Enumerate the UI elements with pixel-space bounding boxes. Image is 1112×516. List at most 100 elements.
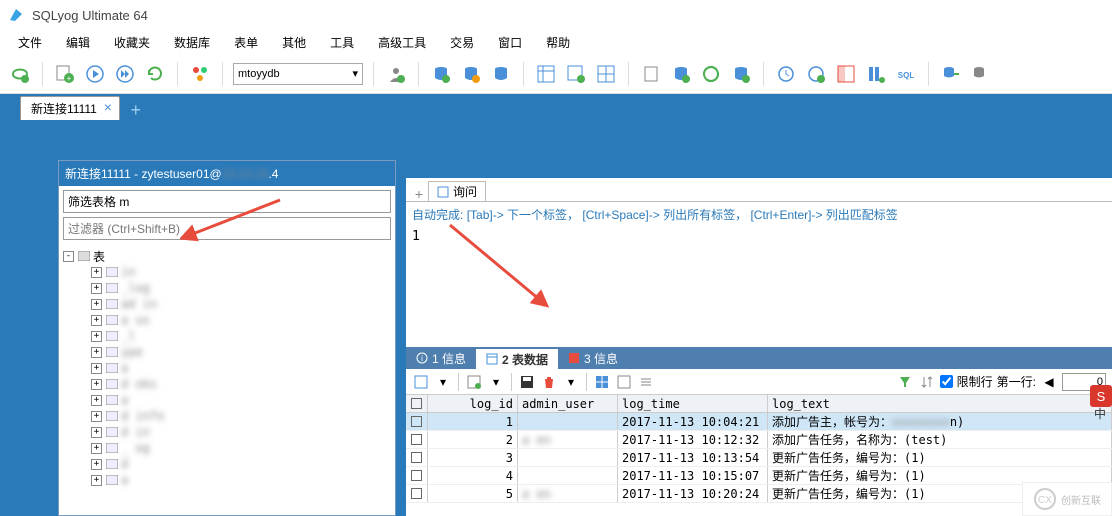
db-edit-icon[interactable]	[459, 62, 483, 86]
table-row[interactable]: 12017-11-13 10:04:21添加广告主，帐号为：xxxxxxxxn)	[406, 413, 1112, 431]
rt-dropdown-icon[interactable]: ▾	[434, 373, 452, 391]
menu-tools[interactable]: 工具	[320, 32, 364, 53]
db-tool1-icon[interactable]	[939, 62, 963, 86]
menu-other[interactable]: 其他	[272, 32, 316, 53]
filter-icon[interactable]	[896, 373, 914, 391]
schema-tree[interactable]: -表 +in+_log+ad in+a us+_l+ype+a+d oks+a+…	[59, 244, 395, 492]
svg-text:SQL: SQL	[898, 71, 915, 80]
schema-panel: 新连接11111 - zytestuser01@10.10.10.4 筛选表格 …	[58, 160, 396, 516]
table-row[interactable]: 5a en2017-11-13 10:20:24更新广告任务，编号为：(1)	[406, 485, 1112, 503]
result-toolbar: ▾ ▾ ▾ 限制行 第一行: ◀	[406, 369, 1112, 395]
exec-icon[interactable]	[83, 62, 107, 86]
rt-grid-icon[interactable]	[593, 373, 611, 391]
workspace: 新连接11111 - zytestuser01@10.10.10.4 筛选表格 …	[0, 120, 1112, 516]
rt-text-icon[interactable]	[637, 373, 655, 391]
tree-item[interactable]: +a	[63, 360, 391, 376]
tree-item[interactable]: +_log	[63, 280, 391, 296]
result-tabs: i1 信息 2 表数据 3 信息	[406, 347, 1112, 369]
tree-item[interactable]: +_ og	[63, 440, 391, 456]
limit-checkbox[interactable]	[940, 375, 953, 388]
result-grid[interactable]: log_id admin_user log_time log_text 1201…	[406, 395, 1112, 503]
limit-label: 限制行	[957, 373, 993, 390]
sql-icon[interactable]: SQL	[894, 62, 918, 86]
menu-database[interactable]: 数据库	[164, 32, 220, 53]
menu-help[interactable]: 帮助	[536, 32, 580, 53]
exec-all-icon[interactable]	[113, 62, 137, 86]
tree-item[interactable]: +a us	[63, 312, 391, 328]
refresh-icon[interactable]	[143, 62, 167, 86]
col-logid[interactable]: log_id	[428, 395, 518, 412]
menu-fav[interactable]: 收藏夹	[104, 32, 160, 53]
tree-item[interactable]: +ad in	[63, 296, 391, 312]
page-label: 第一行:	[997, 373, 1036, 390]
add-query-icon[interactable]: +	[412, 187, 426, 201]
db-plus-icon[interactable]	[729, 62, 753, 86]
table-row[interactable]: 42017-11-13 10:15:07更新广告任务，编号为：(1)	[406, 467, 1112, 485]
database-selector[interactable]: mtoyydb▾	[233, 63, 363, 85]
db-add-icon[interactable]	[429, 62, 453, 86]
svg-text:+: +	[67, 74, 72, 83]
toolbar: + mtoyydb▾ SQL	[0, 54, 1112, 94]
new-conn-icon[interactable]	[8, 62, 32, 86]
connection-tab-label: 新连接11111	[31, 100, 97, 117]
rt-dropdown2-icon[interactable]: ▾	[487, 373, 505, 391]
clock-icon[interactable]	[774, 62, 798, 86]
tree-item[interactable]: +d oks	[63, 376, 391, 392]
connection-tab[interactable]: 新连接11111 ×	[20, 96, 120, 120]
menu-table[interactable]: 表单	[224, 32, 268, 53]
menu-window[interactable]: 窗口	[488, 32, 532, 53]
tree-item[interactable]: +a	[63, 472, 391, 488]
table-row[interactable]: 2a en2017-11-13 10:12:32添加广告任务，名称为：(test…	[406, 431, 1112, 449]
rt-refresh-icon[interactable]	[412, 373, 430, 391]
rt-add-icon[interactable]	[465, 373, 483, 391]
watermark: CX 创新互联	[1022, 482, 1112, 516]
tree-root[interactable]: -表	[63, 248, 391, 264]
rt-dropdown3-icon[interactable]: ▾	[562, 373, 580, 391]
sync-green-icon[interactable]	[699, 62, 723, 86]
rt-delete-icon[interactable]	[540, 373, 558, 391]
query-tab[interactable]: 询问	[428, 181, 486, 201]
layout-icon[interactable]	[834, 62, 858, 86]
rt-save-icon[interactable]	[518, 373, 536, 391]
col-logtext[interactable]: log_text	[768, 395, 1112, 412]
app-icon	[8, 7, 24, 23]
new-query-icon[interactable]: +	[53, 62, 77, 86]
clock-play-icon[interactable]	[804, 62, 828, 86]
tree-item[interactable]: +in	[63, 264, 391, 280]
db-sync-icon[interactable]	[669, 62, 693, 86]
rt-form-icon[interactable]	[615, 373, 633, 391]
user-icon[interactable]	[384, 62, 408, 86]
result-tab-info2[interactable]: 3 信息	[558, 348, 628, 369]
tree-item[interactable]: +d info	[63, 408, 391, 424]
table-add-icon[interactable]	[564, 62, 588, 86]
tree-item[interactable]: +d in	[63, 424, 391, 440]
col-logtime[interactable]: log_time	[618, 395, 768, 412]
result-tab-data[interactable]: 2 表数据	[476, 347, 558, 370]
schema-icon[interactable]	[188, 62, 212, 86]
tree-item[interactable]: +a	[63, 392, 391, 408]
table-grid-icon[interactable]	[594, 62, 618, 86]
tree-item[interactable]: +ype	[63, 344, 391, 360]
prev-page-icon[interactable]: ◀	[1040, 373, 1058, 391]
tree-item[interactable]: +_l	[63, 328, 391, 344]
table-row[interactable]: 32017-11-13 10:13:54更新广告任务，编号为：(1)	[406, 449, 1112, 467]
sql-editor[interactable]: 1	[406, 227, 1112, 347]
filter-input[interactable]: 筛选表格 m	[63, 190, 391, 213]
table-icon[interactable]	[534, 62, 558, 86]
menu-advtools[interactable]: 高级工具	[368, 32, 436, 53]
result-tab-info1[interactable]: i1 信息	[406, 348, 476, 369]
menu-file[interactable]: 文件	[8, 32, 52, 53]
menu-edit[interactable]: 编辑	[56, 32, 100, 53]
db-tool2-icon[interactable]	[969, 62, 993, 86]
sort-icon[interactable]	[918, 373, 936, 391]
menu-transaction[interactable]: 交易	[440, 32, 484, 53]
select-all-checkbox[interactable]	[411, 398, 422, 409]
doc-icon[interactable]	[639, 62, 663, 86]
add-tab-icon[interactable]: +	[126, 100, 146, 120]
cols-icon[interactable]	[864, 62, 888, 86]
db-del-icon[interactable]	[489, 62, 513, 86]
col-adminuser[interactable]: admin_user	[518, 395, 618, 412]
chevron-down-icon: ▾	[352, 67, 358, 80]
close-icon[interactable]: ×	[101, 100, 115, 114]
tree-item[interactable]: +d	[63, 456, 391, 472]
